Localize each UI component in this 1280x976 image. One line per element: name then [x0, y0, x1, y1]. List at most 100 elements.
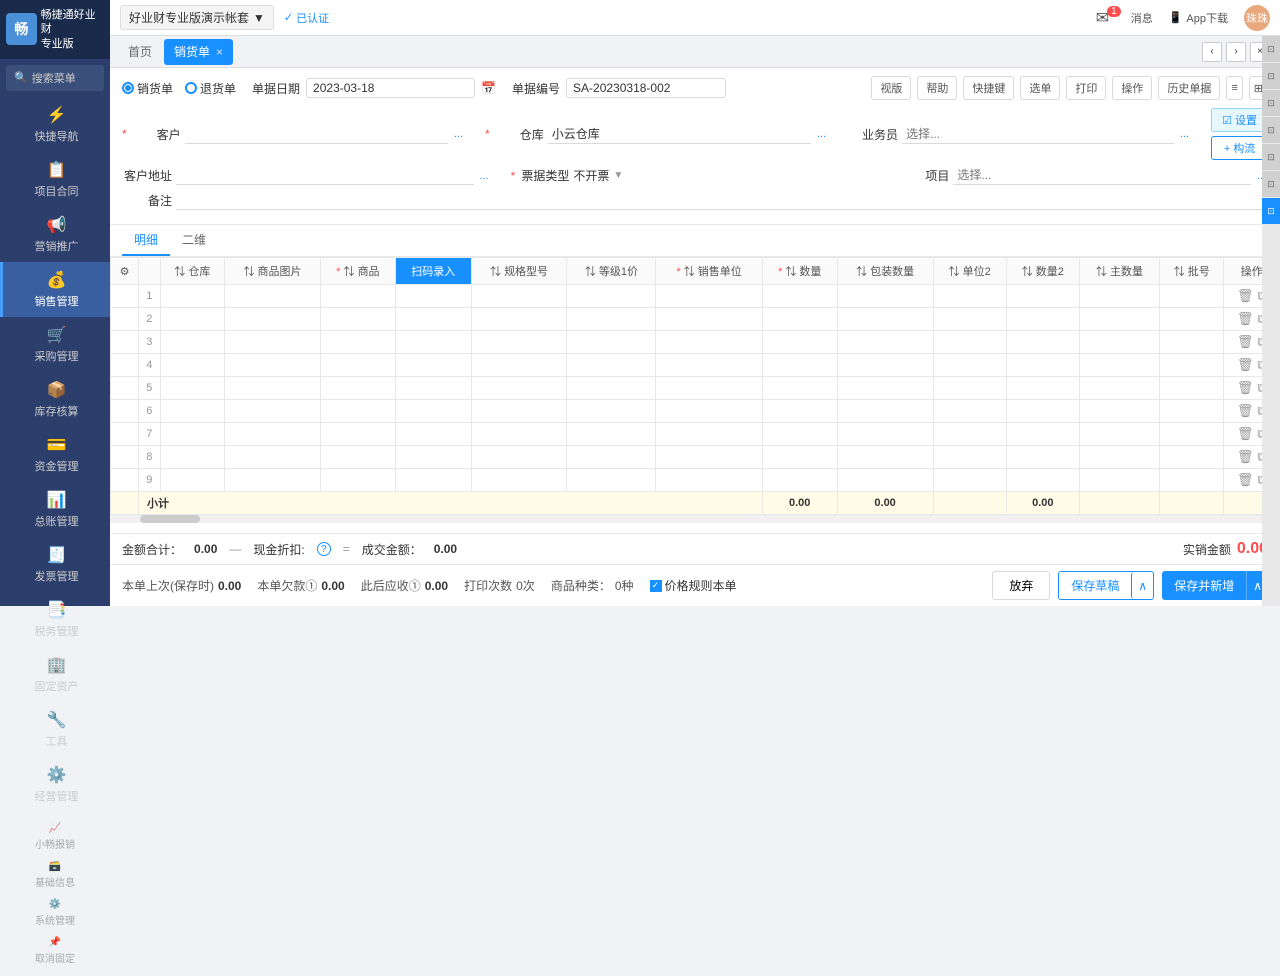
order-number-input[interactable]	[566, 78, 726, 98]
address-dots-button[interactable]: ...	[478, 170, 491, 182]
address-input[interactable]	[176, 166, 474, 185]
col-product-img[interactable]: ⇅ 商品图片	[225, 258, 321, 285]
sidebar-item-settings[interactable]: ⚙️ 系统管理	[6, 894, 104, 932]
right-panel-icon-2[interactable]: ⊡	[1262, 63, 1280, 89]
sidebar-item-sales[interactable]: 💰 销售管理	[0, 262, 110, 317]
subtotal-row: 小计 0.00 0.00 0.00	[111, 492, 1280, 515]
invoice-icon: 🧾	[47, 545, 67, 565]
sidebar-search[interactable]: 🔍 搜索菜单	[6, 65, 104, 91]
right-panel-icon-6[interactable]: ⊡	[1262, 171, 1280, 197]
form-area: 销货单 退货单 单据日期 📅 单据编号 视版 帮助 快捷键 选单	[110, 68, 1280, 225]
col-unit2[interactable]: ⇅ 单位2	[933, 258, 1006, 285]
radio-sales-order[interactable]: 销货单	[122, 80, 173, 97]
receivable-item: 此后应收① 0.00	[361, 577, 448, 594]
scroll-thumb[interactable]	[140, 515, 200, 523]
price-rule-checkbox[interactable]: ✓ 价格规则本单	[650, 577, 737, 594]
delete-icon[interactable]: 🗑	[1237, 472, 1254, 488]
sidebar-item-finance[interactable]: 💳 资金管理	[0, 427, 110, 482]
settings-col-header[interactable]: ⚙	[111, 258, 139, 285]
delete-icon[interactable]: 🗑	[1237, 357, 1254, 373]
user-avatar[interactable]: 珠珠	[1244, 5, 1270, 31]
col-sales-unit[interactable]: * ⇅ 销售单位	[656, 258, 762, 285]
sidebar-item-quick-nav[interactable]: ⚡ 快捷导航	[0, 97, 110, 152]
delete-icon[interactable]: 🗑	[1237, 288, 1254, 304]
history-button[interactable]: 历史单据	[1158, 76, 1220, 100]
date-input[interactable]	[306, 78, 475, 98]
table-wrap: ⚙ ⇅ 仓库 ⇅ 商品图片 * ⇅ 商品	[110, 257, 1280, 533]
tab-detail[interactable]: 明细	[122, 225, 170, 256]
tab-home[interactable]: 首页	[120, 43, 160, 60]
sidebar-item-base[interactable]: 🗃️ 基础信息	[6, 856, 104, 894]
delete-icon[interactable]: 🗑	[1237, 334, 1254, 350]
sidebar-item-invoice[interactable]: 🧾 发票管理	[0, 537, 110, 592]
right-panel-icon-3[interactable]: ⊡	[1262, 90, 1280, 116]
staff-dots-button[interactable]: ...	[1178, 128, 1191, 140]
sidebar-item-project[interactable]: 📋 项目合同	[0, 152, 110, 207]
app-download-button[interactable]: 📱 App下载	[1169, 10, 1228, 26]
tab-next-button[interactable]: ›	[1226, 42, 1246, 62]
view-button[interactable]: 视版	[871, 76, 911, 100]
message-button[interactable]: ✉ 1 消息	[1096, 8, 1153, 28]
col-product[interactable]: * ⇅ 商品	[320, 258, 395, 285]
save-draft-button[interactable]: 保存草稿	[1059, 572, 1131, 599]
tab-2d[interactable]: 二维	[170, 225, 218, 256]
sidebar-item-accounts[interactable]: 📊 总账管理	[0, 482, 110, 537]
right-panel-icon-4[interactable]: ⊡	[1262, 117, 1280, 143]
abandon-button[interactable]: 放弃	[992, 571, 1050, 600]
add-flow-button[interactable]: + 构流	[1211, 136, 1268, 160]
warehouse-dots-button[interactable]: ...	[815, 128, 828, 140]
sidebar-item-tools[interactable]: 🔧 工具	[0, 702, 110, 757]
tax-icon: 📑	[47, 600, 67, 620]
col-warehouse[interactable]: ⇅ 仓库	[160, 258, 224, 285]
col-qty[interactable]: * ⇅ 数量	[762, 258, 837, 285]
col-batch[interactable]: ⇅ 批号	[1160, 258, 1224, 285]
warehouse-input[interactable]	[548, 125, 811, 144]
sidebar-item-report[interactable]: 📈 小畅报销	[6, 818, 104, 856]
ops-button[interactable]: 操作	[1112, 76, 1152, 100]
sidebar-item-ops[interactable]: ⚙️ 经营管理	[0, 757, 110, 812]
delete-icon[interactable]: 🗑	[1237, 449, 1254, 465]
delete-icon[interactable]: 🗑	[1237, 311, 1254, 327]
sidebar-item-inventory[interactable]: 📦 库存核算	[0, 372, 110, 427]
help-button[interactable]: 帮助	[917, 76, 957, 100]
save-new-button[interactable]: 保存并新增	[1162, 571, 1246, 600]
sidebar-item-tax[interactable]: 📑 税务管理	[0, 592, 110, 647]
tab-close-icon[interactable]: ×	[216, 45, 223, 59]
calendar-icon[interactable]: 📅	[481, 81, 496, 95]
tab-prev-button[interactable]: ‹	[1202, 42, 1222, 62]
delete-icon[interactable]: 🗑	[1237, 380, 1254, 396]
tab-sales-order[interactable]: 销货单 ×	[164, 39, 233, 65]
customer-input[interactable]	[185, 125, 448, 144]
print-button[interactable]: 打印	[1066, 76, 1106, 100]
col-pack-qty[interactable]: ⇅ 包装数量	[837, 258, 933, 285]
staff-input[interactable]	[902, 125, 1174, 144]
right-panel-icon-5[interactable]: ⊡	[1262, 144, 1280, 170]
horizontal-scrollbar[interactable]	[110, 515, 1280, 523]
sidebar-item-assets[interactable]: 🏢 固定资产	[0, 647, 110, 702]
setup-button[interactable]: ☑ 设置	[1211, 108, 1268, 132]
delete-icon[interactable]: 🗑	[1237, 426, 1254, 442]
col-spec[interactable]: ⇅ 规格型号	[471, 258, 567, 285]
col-qty2[interactable]: ⇅ 数量2	[1006, 258, 1079, 285]
sidebar-item-marketing[interactable]: 📢 营销推广	[0, 207, 110, 262]
report-icon: 📈	[49, 823, 61, 834]
radio-return-order[interactable]: 退货单	[185, 80, 236, 97]
right-panel-icon-active[interactable]: ⊡	[1262, 198, 1280, 224]
ticket-dropdown[interactable]: 不开票 ▼	[573, 167, 879, 184]
shortcut-button[interactable]: 快捷键	[963, 76, 1014, 100]
sidebar-item-purchase[interactable]: 🛒 采购管理	[0, 317, 110, 372]
col-price1[interactable]: ⇅ 等级1价	[567, 258, 656, 285]
help-icon[interactable]: ?	[317, 542, 331, 556]
layout-list-button[interactable]: ≡	[1226, 76, 1242, 100]
customer-dots-button[interactable]: ...	[452, 128, 465, 140]
sidebar-item-pin[interactable]: 📌 取消固定	[6, 932, 104, 970]
right-panel-icon-1[interactable]: ⊡	[1262, 36, 1280, 62]
company-selector[interactable]: 好业财专业版演示帐套 ▼	[120, 5, 274, 30]
col-barcode-entry[interactable]: 扫码录入	[395, 258, 471, 285]
delete-icon[interactable]: 🗑	[1237, 403, 1254, 419]
project-input[interactable]	[953, 166, 1251, 185]
save-draft-arrow[interactable]: ∧	[1131, 572, 1153, 599]
select-button[interactable]: 选单	[1020, 76, 1060, 100]
col-main-qty[interactable]: ⇅ 主数量	[1079, 258, 1159, 285]
notes-input[interactable]	[176, 191, 1268, 210]
